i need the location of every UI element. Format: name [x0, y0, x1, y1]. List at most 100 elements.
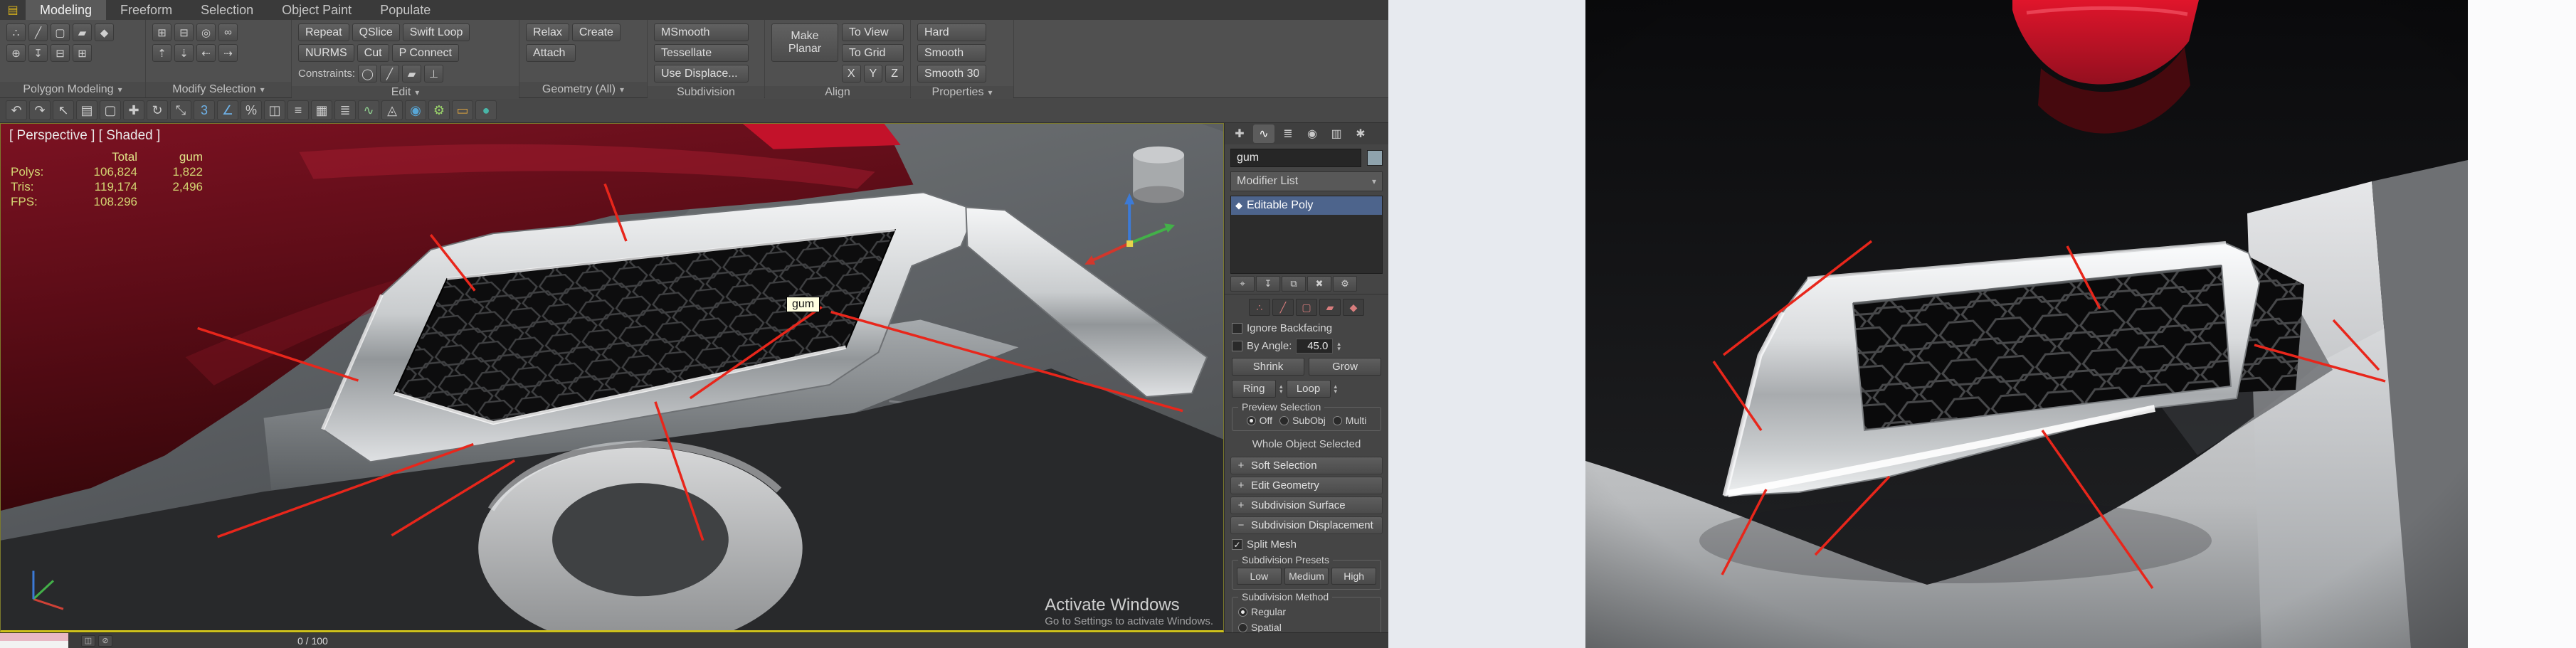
previous-modifier-icon[interactable]: ⊟	[51, 44, 70, 62]
viewport-label[interactable]: [ Perspective ] [ Shaded ]	[9, 128, 160, 144]
ring-grow-icon[interactable]: ⇡	[152, 44, 171, 62]
rollout-subdivision-surface[interactable]: + Subdivision Surface	[1230, 496, 1383, 514]
material-editor-icon[interactable]: ◉	[405, 100, 426, 120]
preset-low-button[interactable]: Low	[1237, 568, 1282, 585]
smooth-30-button[interactable]: Smooth 30	[917, 65, 987, 83]
align-icon[interactable]: ≡	[287, 100, 309, 120]
create-tab-icon[interactable]: ✚	[1229, 124, 1250, 143]
constraint-face-icon[interactable]: ▰	[402, 65, 422, 83]
ignore-backfacing-checkbox[interactable]	[1232, 323, 1242, 334]
by-angle-field[interactable]: 45.0	[1296, 339, 1334, 354]
preset-medium-button[interactable]: Medium	[1284, 568, 1329, 585]
loop-selection-icon[interactable]: ∞	[218, 23, 238, 41]
snaps-toggle-icon[interactable]: 3	[194, 100, 215, 120]
next-modifier-icon[interactable]: ⊞	[73, 44, 92, 62]
shrink-selection-icon[interactable]: ⊟	[174, 23, 194, 41]
loop-spinner[interactable]: ▴ ▾	[1334, 383, 1338, 394]
p-connect-button[interactable]: P Connect	[391, 44, 459, 62]
align-x-button[interactable]: X	[841, 65, 861, 83]
constraint-none-icon[interactable]: ◯	[358, 65, 378, 83]
select-object-icon[interactable]: ↖	[53, 100, 74, 120]
polygon-mode-icon[interactable]: ▰	[1319, 299, 1341, 316]
align-y-button[interactable]: Y	[863, 65, 883, 83]
schematic-view-icon[interactable]: ◬	[381, 100, 403, 120]
group-label-polygon-modeling[interactable]: Polygon Modeling ▾	[0, 82, 145, 97]
selection-region-icon[interactable]: ▢	[100, 100, 121, 120]
grow-selection-icon[interactable]: ⊞	[152, 23, 171, 41]
hard-edges-button[interactable]: Hard	[917, 23, 987, 41]
swift-loop-button[interactable]: Swift Loop	[402, 23, 470, 41]
align-z-button[interactable]: Z	[885, 65, 904, 83]
group-label-properties[interactable]: Properties ▾	[911, 86, 1013, 99]
ribbon-menu-icon[interactable]: ▤	[0, 0, 26, 20]
redo-icon[interactable]: ↷	[29, 100, 51, 120]
group-label-subdivision[interactable]: Subdivision	[648, 86, 764, 99]
loop-grow-icon[interactable]: ⇠	[196, 44, 216, 62]
display-tab-icon[interactable]: ▥	[1326, 124, 1347, 143]
make-planar-button[interactable]: Make Planar	[771, 23, 838, 62]
preset-high-button[interactable]: High	[1331, 568, 1377, 585]
mirror-icon[interactable]: ◫	[264, 100, 285, 120]
smooth-edges-button[interactable]: Smooth	[917, 44, 987, 62]
scene-explorer-icon[interactable]: ≣	[334, 100, 356, 120]
pin-stack-icon[interactable]: ⌖	[1230, 276, 1255, 292]
modify-tab-icon[interactable]: ∿	[1253, 124, 1274, 143]
method-regular-radio[interactable]: Regular	[1238, 606, 1375, 617]
border-mode-icon[interactable]: ▢	[1296, 299, 1317, 316]
group-label-modify-selection[interactable]: Modify Selection ▾	[146, 82, 291, 97]
edge-mode-icon[interactable]: ╱	[1272, 299, 1294, 316]
ring-button[interactable]: Ring	[1232, 380, 1276, 398]
tab-modeling[interactable]: Modeling	[26, 0, 107, 20]
select-and-scale-icon[interactable]: ⤡	[170, 100, 191, 120]
selection-lock-icon[interactable]: ⊘	[98, 634, 112, 647]
modifier-list-dropdown[interactable]: Modifier List ▾	[1230, 171, 1383, 191]
isolate-selection-icon[interactable]: ◫	[81, 634, 95, 647]
edge-mode-icon[interactable]: ╱	[28, 23, 48, 41]
curve-editor-icon[interactable]: ∿	[358, 100, 379, 120]
maxscript-mini-listener[interactable]	[0, 633, 68, 648]
hierarchy-tab-icon[interactable]: ≣	[1277, 124, 1299, 143]
group-label-geometry-all[interactable]: Geometry (All) ▾	[519, 82, 647, 97]
show-end-result-icon[interactable]: ↧	[28, 44, 48, 62]
msmooth-button[interactable]: MSmooth	[654, 23, 749, 41]
pin-stack-icon[interactable]: ⊕	[6, 44, 26, 62]
ring-selection-icon[interactable]: ◎	[196, 23, 216, 41]
render-production-icon[interactable]: ●	[475, 100, 497, 120]
constraint-edge-icon[interactable]: ╱	[380, 65, 400, 83]
motion-tab-icon[interactable]: ◉	[1302, 124, 1323, 143]
make-unique-icon[interactable]: ⧉	[1282, 276, 1306, 292]
tab-populate[interactable]: Populate	[366, 0, 445, 20]
split-mesh-checkbox[interactable]: ✓	[1232, 539, 1242, 550]
render-setup-icon[interactable]: ⚙	[428, 100, 450, 120]
polygon-mode-icon[interactable]: ▰	[73, 23, 92, 41]
constraint-normal-icon[interactable]: ⊥	[424, 65, 444, 83]
select-and-move-icon[interactable]: ✚	[123, 100, 144, 120]
angle-snap-icon[interactable]: ∠	[217, 100, 238, 120]
qslice-button[interactable]: QSlice	[352, 23, 400, 41]
preview-subobj-radio[interactable]: SubObj	[1279, 415, 1326, 426]
modifier-stack-item-editable-poly[interactable]: ◆ Editable Poly	[1231, 196, 1382, 215]
method-spatial-radio[interactable]: Spatial	[1238, 622, 1375, 632]
element-mode-icon[interactable]: ◆	[1343, 299, 1364, 316]
create-button[interactable]: Create	[571, 23, 621, 41]
vertex-mode-icon[interactable]: ∴	[6, 23, 26, 41]
preview-multi-radio[interactable]: Multi	[1332, 415, 1366, 426]
shrink-button[interactable]: Shrink	[1232, 358, 1304, 376]
percent-snap-icon[interactable]: %	[241, 100, 262, 120]
group-label-edit[interactable]: Edit ▾	[292, 86, 519, 99]
tessellate-button[interactable]: Tessellate	[654, 44, 749, 62]
border-mode-icon[interactable]: ▢	[51, 23, 70, 41]
loop-button[interactable]: Loop	[1286, 380, 1331, 398]
use-displace-button[interactable]: Use Displace...	[654, 65, 749, 83]
element-mode-icon[interactable]: ◆	[95, 23, 114, 41]
cut-button[interactable]: Cut	[357, 44, 389, 62]
loop-shrink-icon[interactable]: ⇢	[218, 44, 238, 62]
by-angle-checkbox[interactable]	[1232, 341, 1242, 351]
select-by-name-icon[interactable]: ▤	[76, 100, 97, 120]
tab-freeform[interactable]: Freeform	[106, 0, 186, 20]
select-and-rotate-icon[interactable]: ↻	[147, 100, 168, 120]
undo-icon[interactable]: ↶	[6, 100, 27, 120]
align-to-view-button[interactable]: To View	[841, 23, 904, 41]
configure-modifier-icon[interactable]: ⚙	[1333, 276, 1357, 292]
rollout-subdivision-displacement[interactable]: − Subdivision Displacement	[1230, 516, 1383, 534]
